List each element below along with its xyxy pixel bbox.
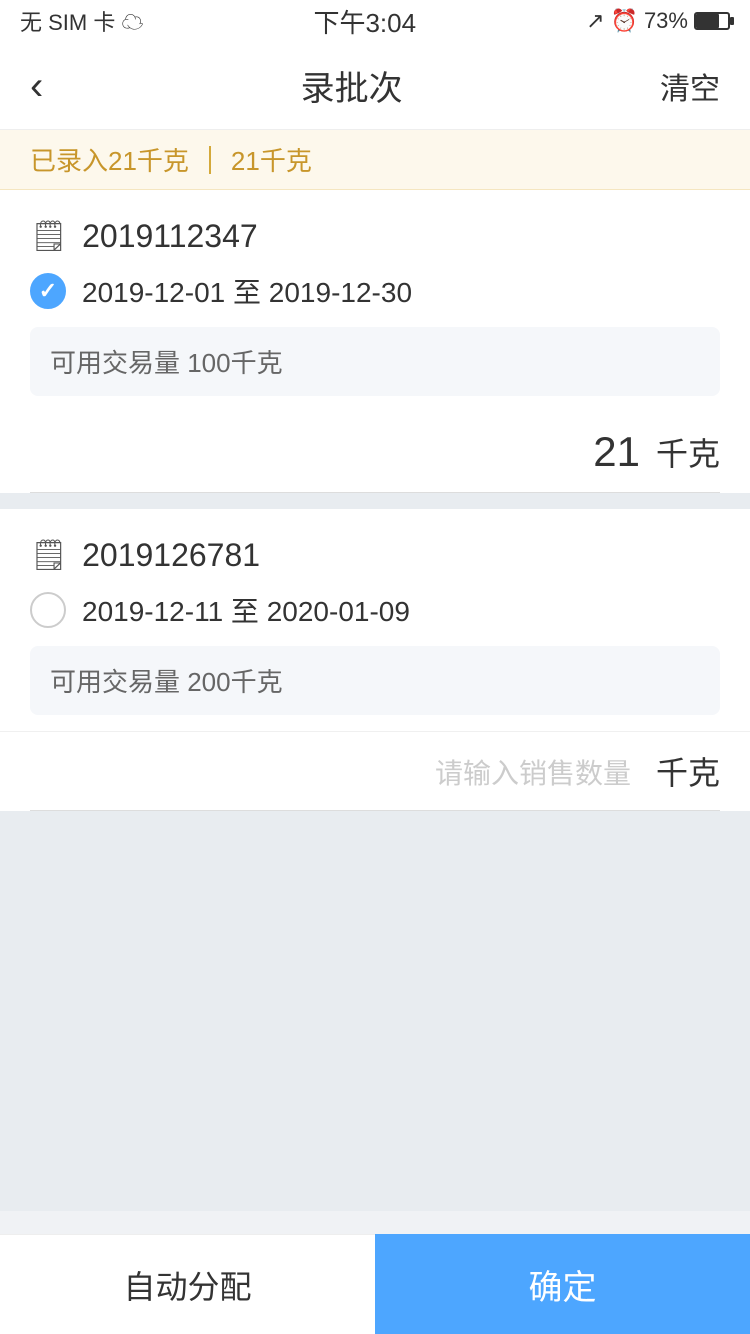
status-left: 无 SIM 卡 ☁	[20, 5, 143, 37]
content-area: 🗒 2019112347 2019-12-01 至 2019-12-30 可用交…	[0, 190, 750, 1311]
info-banner: 已录入21千克 21千克	[0, 130, 750, 190]
batch-2-number: 2019126781	[82, 537, 260, 574]
recorded-label: 已录入21千克	[30, 141, 189, 178]
batch-1-icon: 🗒	[30, 219, 68, 254]
nav-bar: ‹ 录批次 清空	[0, 42, 750, 130]
signal-icon: ↗	[586, 8, 604, 34]
batch-1-date: 2019-12-01 至 2019-12-30	[82, 271, 412, 311]
batch-2-unit: 千克	[656, 748, 720, 794]
confirm-button[interactable]: 确定	[375, 1234, 750, 1334]
bottom-bar: 自动分配 确定	[0, 1234, 750, 1334]
batch-2-date: 2019-12-11 至 2020-01-09	[82, 590, 410, 630]
page-title: 录批次	[301, 61, 403, 110]
back-button[interactable]: ‹	[30, 66, 43, 106]
batch-2-radio[interactable]	[30, 592, 66, 628]
batch-2-header: 🗒 2019126781	[0, 509, 750, 584]
status-bar: 无 SIM 卡 ☁ 下午3:04 ↗ ⏰ 73%	[0, 0, 750, 42]
batch-2-qty-input[interactable]	[346, 750, 646, 792]
status-time: 下午3:04	[313, 3, 416, 40]
alarm-icon: ⏰	[611, 8, 638, 34]
gray-spacer	[0, 811, 750, 1211]
batch-card-1: 🗒 2019112347 2019-12-01 至 2019-12-30 可用交…	[0, 190, 750, 493]
banner-divider	[209, 146, 211, 174]
status-right: ↗ ⏰ 73%	[586, 8, 730, 34]
battery-icon	[694, 12, 730, 30]
batch-1-date-row[interactable]: 2019-12-01 至 2019-12-30	[0, 265, 750, 327]
batch-2-available: 可用交易量 200千克	[30, 646, 720, 715]
batch-1-qty-value: 21	[593, 428, 640, 476]
batch-2-icon: 🗒	[30, 538, 68, 573]
batch-1-available: 可用交易量 100千克	[30, 327, 720, 396]
batch-1-radio[interactable]	[30, 273, 66, 309]
clear-button[interactable]: 清空	[660, 64, 720, 108]
no-sim-text: 无 SIM 卡 ☁	[20, 5, 143, 37]
batch-1-number: 2019112347	[82, 218, 258, 255]
batch-1-unit: 千克	[656, 429, 720, 475]
batch-2-date-row[interactable]: 2019-12-11 至 2020-01-09	[0, 584, 750, 646]
recorded-value: 21千克	[231, 141, 312, 178]
battery-text: 73%	[644, 8, 688, 34]
batch-2-input-row: 千克	[0, 731, 750, 810]
batch-1-qty-row: 21 千克	[0, 412, 750, 492]
card-separator	[0, 493, 750, 509]
batch-1-header: 🗒 2019112347	[0, 190, 750, 265]
batch-card-2: 🗒 2019126781 2019-12-11 至 2020-01-09 可用交…	[0, 509, 750, 811]
auto-distribute-button[interactable]: 自动分配	[0, 1234, 375, 1334]
